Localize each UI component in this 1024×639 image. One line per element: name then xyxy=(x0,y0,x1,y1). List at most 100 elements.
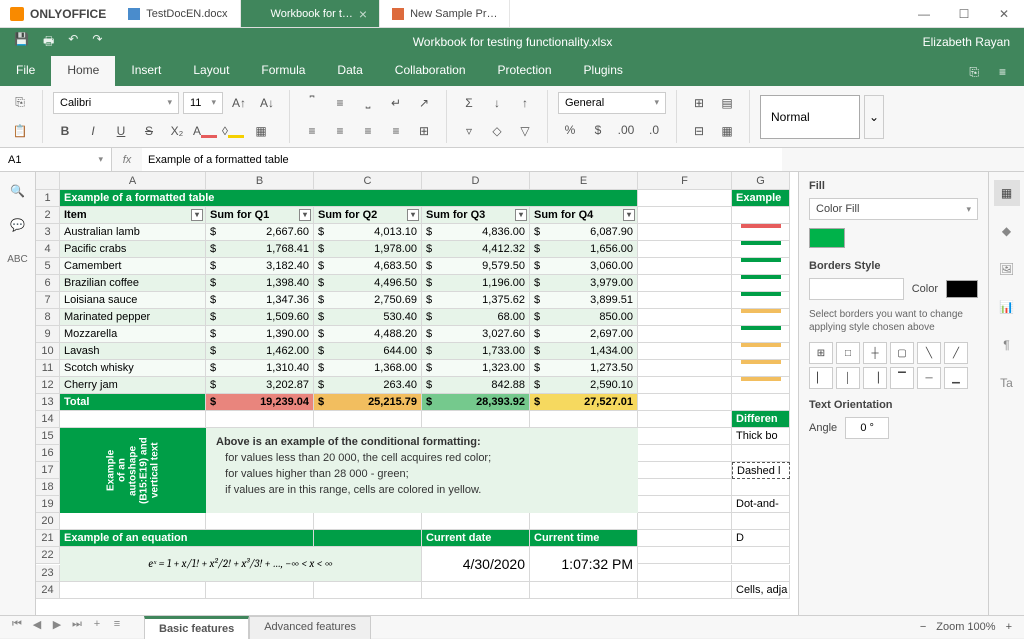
border-right-icon[interactable]: ▕ xyxy=(863,367,887,389)
value-cell[interactable]: $3,979.00 xyxy=(530,275,638,292)
cell[interactable] xyxy=(638,207,732,224)
textart-settings-icon[interactable]: Ta xyxy=(994,370,1020,396)
table-header[interactable]: Sum for Q1▾ xyxy=(206,207,314,224)
sparkline-cell[interactable] xyxy=(732,360,790,377)
row-header[interactable]: 24 xyxy=(36,582,60,599)
table-header[interactable]: Item▾ xyxy=(60,207,206,224)
cell-style-select[interactable]: Normal xyxy=(760,95,860,139)
sparkline-cell[interactable] xyxy=(732,309,790,326)
align-middle-icon[interactable]: ≡ xyxy=(328,91,352,115)
underline-button[interactable]: U xyxy=(109,119,133,143)
row-header[interactable]: 15 xyxy=(36,428,60,445)
row-header[interactable]: 14 xyxy=(36,411,60,428)
item-cell[interactable]: Lavash xyxy=(60,343,206,360)
value-cell[interactable]: $1,323.00 xyxy=(422,360,530,377)
spellcheck-icon[interactable]: ABC xyxy=(7,248,29,270)
border-innerh-icon[interactable]: ─ xyxy=(917,367,941,389)
border-style-select[interactable] xyxy=(809,278,904,300)
cell[interactable] xyxy=(314,411,422,428)
menu-file[interactable]: File xyxy=(0,56,51,86)
cell[interactable] xyxy=(732,513,790,530)
value-cell[interactable]: $1,434.00 xyxy=(530,343,638,360)
row-header[interactable]: 23 xyxy=(36,565,60,582)
value-cell[interactable]: $4,488.20 xyxy=(314,326,422,343)
align-bottom-icon[interactable]: ⎵ xyxy=(356,91,380,115)
side-cell[interactable]: Differen xyxy=(732,411,790,428)
total-cell[interactable]: $28,393.92 xyxy=(422,394,530,411)
sheet-list-icon[interactable]: ≡ xyxy=(108,618,126,636)
copy-button[interactable]: ⎘ xyxy=(8,91,32,115)
align-right-icon[interactable]: ≡ xyxy=(356,119,380,143)
border-inner-icon[interactable]: ┼ xyxy=(863,342,887,364)
border-all-icon[interactable]: ⊞ xyxy=(809,342,833,364)
value-cell[interactable]: $1,368.00 xyxy=(314,360,422,377)
cell[interactable] xyxy=(638,326,732,343)
cell[interactable] xyxy=(638,241,732,258)
tab-xls[interactable]: Workbook for t…× xyxy=(241,0,381,27)
cell[interactable] xyxy=(530,411,638,428)
date-cell[interactable]: 4/30/2020 xyxy=(422,547,530,582)
sparkline-cell[interactable] xyxy=(732,343,790,360)
side-cell[interactable] xyxy=(732,479,790,496)
value-cell[interactable]: $3,899.51 xyxy=(530,292,638,309)
cell[interactable] xyxy=(638,411,732,428)
row-header[interactable]: 8 xyxy=(36,309,60,326)
cell[interactable] xyxy=(638,292,732,309)
value-cell[interactable]: $6,087.90 xyxy=(530,224,638,241)
fill-color-button[interactable]: ◊ xyxy=(221,119,245,143)
item-cell[interactable]: Marinated pepper xyxy=(60,309,206,326)
cell[interactable] xyxy=(638,530,732,547)
paragraph-settings-icon[interactable]: ¶ xyxy=(994,332,1020,358)
cell[interactable] xyxy=(638,343,732,360)
cell[interactable] xyxy=(206,582,314,599)
menu-plugins[interactable]: Plugins xyxy=(568,56,639,86)
formula-input[interactable]: Example of a formatted table xyxy=(142,148,782,171)
row-header[interactable]: 9 xyxy=(36,326,60,343)
row-header[interactable]: 21 xyxy=(36,530,60,547)
style-dropdown-icon[interactable]: ⌄ xyxy=(864,95,884,139)
prev-sheet-icon[interactable]: ◀ xyxy=(28,618,46,636)
cond-fmt-icon[interactable]: ▤ xyxy=(715,91,739,115)
fx-icon[interactable]: fx xyxy=(112,154,142,166)
angle-input[interactable] xyxy=(845,417,889,439)
row-header[interactable]: 19 xyxy=(36,496,60,513)
value-cell[interactable]: $1,196.00 xyxy=(422,275,530,292)
align-justify-icon[interactable]: ≡ xyxy=(384,119,408,143)
border-none-icon[interactable]: □ xyxy=(836,342,860,364)
row-header[interactable]: 3 xyxy=(36,224,60,241)
cell[interactable] xyxy=(638,582,732,599)
cell[interactable] xyxy=(314,582,422,599)
value-cell[interactable]: $1,390.00 xyxy=(206,326,314,343)
value-cell[interactable]: $3,202.87 xyxy=(206,377,314,394)
cell[interactable] xyxy=(638,513,732,530)
side-cell[interactable]: D xyxy=(732,530,790,547)
number-format-select[interactable]: General▾ xyxy=(558,92,666,114)
item-cell[interactable]: Camembert xyxy=(60,258,206,275)
cell[interactable] xyxy=(422,411,530,428)
row-header[interactable]: 7 xyxy=(36,292,60,309)
row-header[interactable]: 12 xyxy=(36,377,60,394)
border-diag1-icon[interactable]: ╲ xyxy=(917,342,941,364)
filter-icon[interactable]: ▽ xyxy=(513,119,537,143)
align-center-icon[interactable]: ≡ xyxy=(328,119,352,143)
table-header[interactable]: Sum for Q4▾ xyxy=(530,207,638,224)
sparkline-cell[interactable] xyxy=(732,292,790,309)
insert-cells-icon[interactable]: ⊞ xyxy=(687,91,711,115)
row-header[interactable]: 11 xyxy=(36,360,60,377)
item-cell[interactable]: Brazilian coffee xyxy=(60,275,206,292)
save-icon[interactable]: 💾 xyxy=(14,32,29,53)
bold-button[interactable]: B xyxy=(53,119,77,143)
cell[interactable] xyxy=(638,479,732,496)
cell[interactable] xyxy=(638,496,732,513)
wrap-text-icon[interactable]: ↵ xyxy=(384,91,408,115)
value-cell[interactable]: $2,667.60 xyxy=(206,224,314,241)
side-cell[interactable] xyxy=(732,445,790,462)
cell[interactable] xyxy=(314,513,422,530)
sparkline-cell[interactable] xyxy=(732,258,790,275)
cell[interactable] xyxy=(530,582,638,599)
table-template-icon[interactable]: ▦ xyxy=(715,119,739,143)
cell[interactable] xyxy=(422,513,530,530)
cell[interactable] xyxy=(638,377,732,394)
total-cell[interactable]: $19,239.04 xyxy=(206,394,314,411)
table-header[interactable]: Sum for Q2▾ xyxy=(314,207,422,224)
